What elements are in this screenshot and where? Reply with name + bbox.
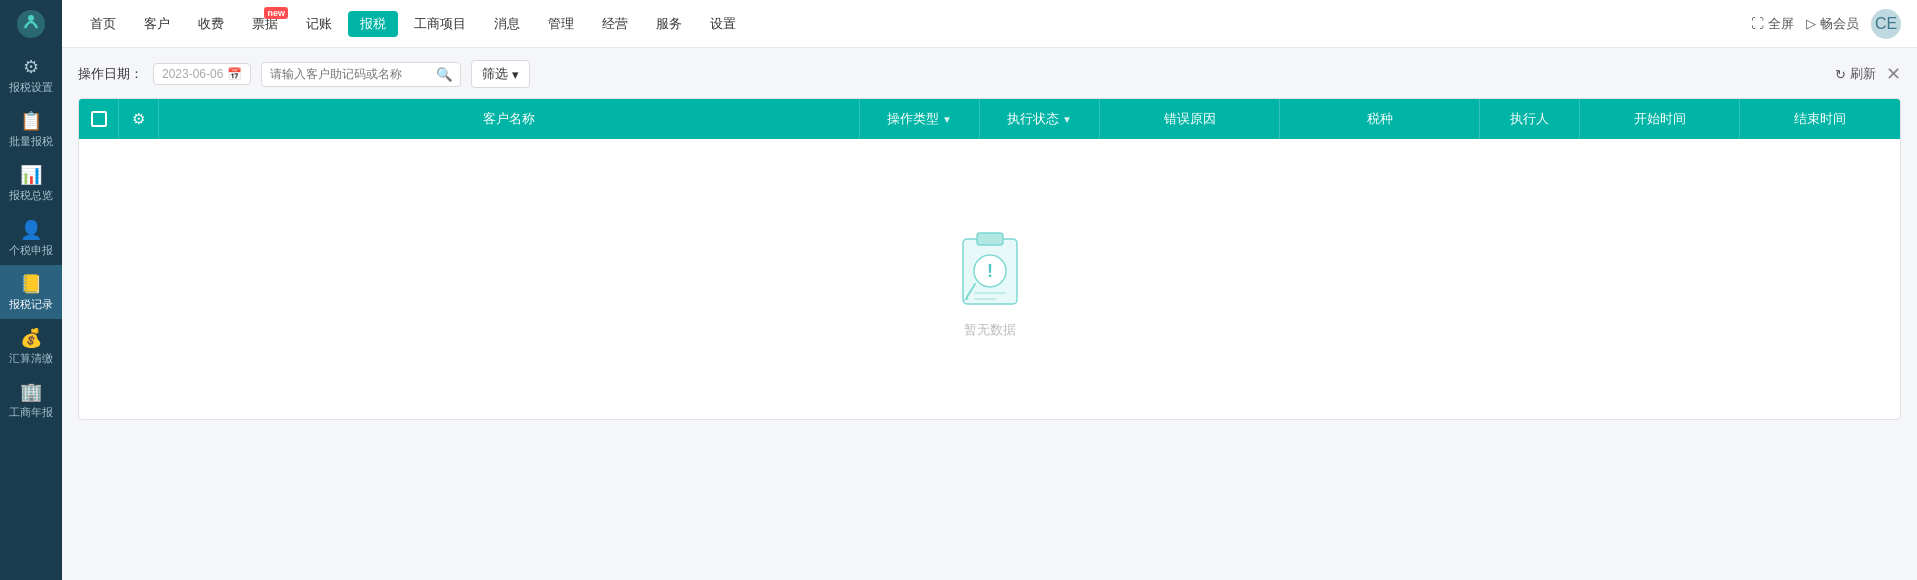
th-tax-type: 税种 [1280, 99, 1480, 139]
sidebar-item-gongshang-nianbao[interactable]: 🏢 工商年报 [0, 373, 62, 427]
data-table: ⚙ 客户名称 操作类型 ▼ 执行状态 ▼ 错误原因 税种 [78, 98, 1901, 420]
nav-item-service[interactable]: 服务 [644, 11, 694, 37]
nav-item-tax[interactable]: 报税 [348, 11, 398, 37]
member-label: 畅会员 [1820, 15, 1859, 33]
nav-item-customer[interactable]: 客户 [132, 11, 182, 37]
piliang-baoshui-label: 批量报税 [9, 135, 53, 148]
filter-arrow-icon[interactable]: ▼ [942, 114, 952, 125]
nav-items: 首页客户收费票据new记账报税工商项目消息管理经营服务设置 [78, 11, 1751, 37]
nav-item-operation[interactable]: 经营 [590, 11, 640, 37]
svg-rect-3 [977, 233, 1003, 245]
th-end-time-label: 结束时间 [1794, 110, 1846, 128]
nav-item-settings[interactable]: 设置 [698, 11, 748, 37]
search-box: 🔍 [261, 62, 461, 87]
th-end-time: 结束时间 [1740, 99, 1900, 139]
svg-point-0 [17, 10, 45, 38]
filter-chevron-icon: ▾ [512, 67, 519, 82]
filter-button[interactable]: 筛选 ▾ [471, 60, 530, 88]
refresh-label: 刷新 [1850, 65, 1876, 83]
close-button[interactable]: ✕ [1886, 65, 1901, 83]
geshuishenbao-label: 个税申报 [9, 244, 53, 257]
toolbar: 操作日期： 2023-06-06 📅 🔍 筛选 ▾ ↻ 刷新 ✕ [78, 60, 1901, 88]
sidebar-item-baoshui-zonlan[interactable]: 📊 报税总览 [0, 156, 62, 210]
baoshui-zonlan-icon: 📊 [20, 164, 42, 186]
huisuan-jiaona-label: 汇算清缴 [9, 352, 53, 365]
fullscreen-label: 全屏 [1768, 15, 1794, 33]
fullscreen-icon: ⛶ [1751, 16, 1764, 31]
th-executor-label: 执行人 [1510, 110, 1549, 128]
date-picker[interactable]: 2023-06-06 📅 [153, 63, 251, 85]
th-settings[interactable]: ⚙ [119, 99, 159, 139]
svg-point-1 [28, 15, 34, 21]
th-customer-name-label: 客户名称 [483, 110, 535, 128]
search-button[interactable]: 🔍 [428, 63, 461, 86]
th-operation-type: 操作类型 ▼ [860, 99, 980, 139]
baoshui-shezhi-icon: ⚙ [23, 56, 39, 78]
baoshui-zonlan-label: 报税总览 [9, 189, 53, 202]
th-checkbox[interactable] [79, 99, 119, 139]
svg-text:!: ! [987, 261, 993, 281]
main-area: 首页客户收费票据new记账报税工商项目消息管理经营服务设置 ⛶ 全屏 ▷ 畅会员… [62, 0, 1917, 580]
table-body: ! 暂无数据 [79, 139, 1900, 419]
huisuan-jiaona-icon: 💰 [20, 327, 42, 349]
nav-item-accounting[interactable]: 记账 [294, 11, 344, 37]
topnav-right: ⛶ 全屏 ▷ 畅会员 CE [1751, 9, 1901, 39]
invoice-badge: new [264, 7, 288, 19]
th-tax-type-label: 税种 [1367, 110, 1393, 128]
date-label: 操作日期： [78, 65, 143, 83]
nav-item-message[interactable]: 消息 [482, 11, 532, 37]
sidebar: ⚙ 报税设置 📋 批量报税 📊 报税总览 👤 个税申报 📒 报税记录 💰 汇算清… [0, 0, 62, 580]
filter-arrow-icon-2[interactable]: ▼ [1062, 114, 1072, 125]
date-value: 2023-06-06 [162, 67, 223, 81]
th-start-time-label: 开始时间 [1634, 110, 1686, 128]
th-start-time: 开始时间 [1580, 99, 1740, 139]
user-avatar[interactable]: CE [1871, 9, 1901, 39]
top-navigation: 首页客户收费票据new记账报税工商项目消息管理经营服务设置 ⛶ 全屏 ▷ 畅会员… [62, 0, 1917, 48]
empty-illustration: ! [945, 219, 1035, 309]
toolbar-right: ↻ 刷新 ✕ [1835, 65, 1901, 83]
th-executor: 执行人 [1480, 99, 1580, 139]
table-header: ⚙ 客户名称 操作类型 ▼ 执行状态 ▼ 错误原因 税种 [79, 99, 1900, 139]
sidebar-item-baoshui-shezhi[interactable]: ⚙ 报税设置 [0, 48, 62, 102]
piliang-baoshui-icon: 📋 [20, 110, 42, 132]
gongshang-nianbao-icon: 🏢 [20, 381, 42, 403]
empty-state: ! 暂无数据 [79, 139, 1900, 419]
nav-item-management[interactable]: 管理 [536, 11, 586, 37]
member-button[interactable]: ▷ 畅会员 [1806, 15, 1859, 33]
th-error-reason-label: 错误原因 [1164, 110, 1216, 128]
member-icon: ▷ [1806, 16, 1816, 31]
nav-item-invoice[interactable]: 票据new [240, 11, 290, 37]
sidebar-item-piliang-baoshui[interactable]: 📋 批量报税 [0, 102, 62, 156]
sidebar-item-geshuishenbao[interactable]: 👤 个税申报 [0, 211, 62, 265]
baoshui-jilu-label: 报税记录 [9, 298, 53, 311]
calendar-icon: 📅 [227, 67, 242, 81]
select-all-checkbox[interactable] [91, 111, 107, 127]
th-exec-status: 执行状态 ▼ [980, 99, 1100, 139]
fullscreen-button[interactable]: ⛶ 全屏 [1751, 15, 1794, 33]
th-operation-type-label: 操作类型 [887, 110, 939, 128]
nav-item-business[interactable]: 工商项目 [402, 11, 478, 37]
page-content: 操作日期： 2023-06-06 📅 🔍 筛选 ▾ ↻ 刷新 ✕ [62, 48, 1917, 580]
th-exec-status-label: 执行状态 [1007, 110, 1059, 128]
gongshang-nianbao-label: 工商年报 [9, 406, 53, 419]
refresh-icon: ↻ [1835, 67, 1846, 82]
nav-item-receipts[interactable]: 收费 [186, 11, 236, 37]
column-settings-icon[interactable]: ⚙ [132, 110, 145, 128]
sidebar-item-huisuan-jiaona[interactable]: 💰 汇算清缴 [0, 319, 62, 373]
baoshui-shezhi-label: 报税设置 [9, 81, 53, 94]
geshuishenbao-icon: 👤 [20, 219, 42, 241]
filter-label: 筛选 [482, 65, 508, 83]
empty-text: 暂无数据 [964, 321, 1016, 339]
th-customer-name: 客户名称 [159, 99, 860, 139]
app-logo [0, 0, 62, 48]
nav-item-home[interactable]: 首页 [78, 11, 128, 37]
refresh-button[interactable]: ↻ 刷新 [1835, 65, 1876, 83]
sidebar-item-baoshui-jilu[interactable]: 📒 报税记录 [0, 265, 62, 319]
th-error-reason: 错误原因 [1100, 99, 1280, 139]
search-input[interactable] [262, 63, 428, 85]
baoshui-jilu-icon: 📒 [20, 273, 42, 295]
